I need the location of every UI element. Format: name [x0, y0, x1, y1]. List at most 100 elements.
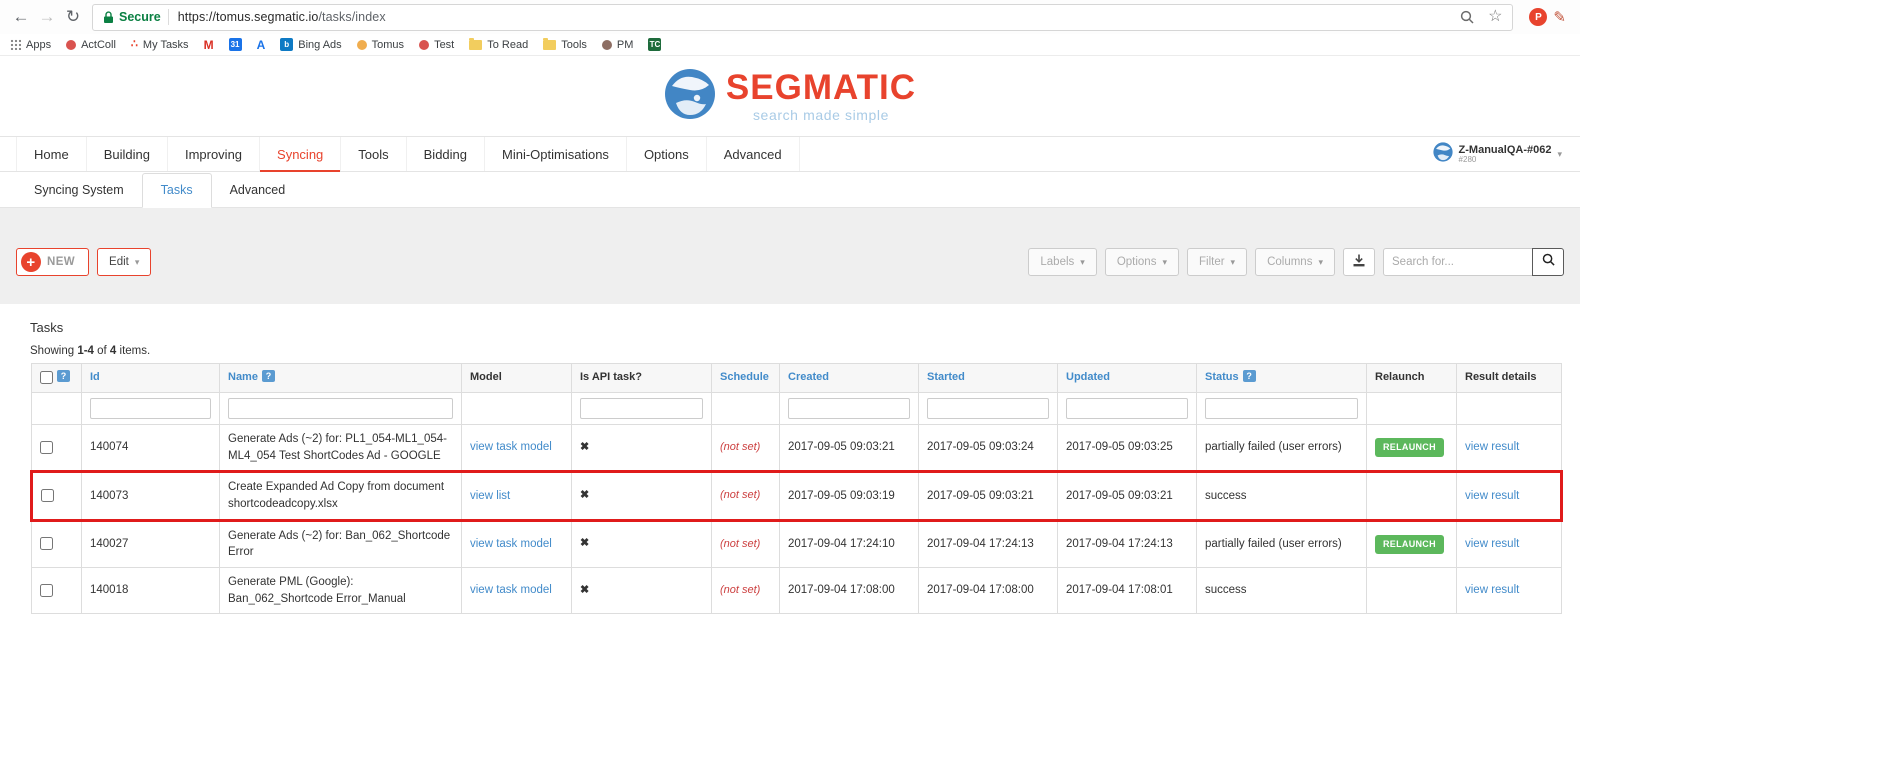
bookmark-item-test[interactable]: Test [419, 39, 454, 51]
cell-name: Generate PML (Google): Ban_062_Shortcode… [219, 566, 462, 615]
nav-item-mini-optimisations[interactable]: Mini-Optimisations [485, 137, 627, 171]
row-checkbox[interactable] [40, 440, 53, 454]
bookmark-item-tomus[interactable]: Tomus [356, 38, 405, 51]
cell-model: view task model [461, 423, 572, 473]
cell-schedule: (not set) [711, 423, 780, 473]
options-dropdown[interactable]: Options ▾ [1104, 248, 1179, 276]
toolbar-dropdowns: Labels ▾ Options ▾ Filter ▾ Columns ▾ [1028, 248, 1335, 276]
forward-button[interactable]: → [34, 4, 60, 30]
cell-result: view result [1456, 519, 1562, 568]
cell-model: view list [461, 470, 572, 522]
main-nav-items: Home Building Improving Syncing Tools Bidding… [16, 137, 800, 172]
search-button[interactable] [1532, 248, 1564, 276]
bookmark-item-apps[interactable]: Apps [10, 39, 51, 51]
nav-item-advanced[interactable]: Advanced [707, 137, 800, 171]
cell-relaunch [1366, 470, 1457, 522]
bookmark-item-tools[interactable]: Tools [543, 37, 587, 51]
folder-icon [469, 37, 483, 50]
filter-input-is_api[interactable] [580, 397, 703, 419]
labels-dropdown[interactable]: Labels ▾ [1028, 248, 1097, 276]
extension-p-icon[interactable]: P [1529, 8, 1548, 26]
chevron-down-icon: ▾ [134, 256, 140, 267]
bookmark-item-pm[interactable]: PM [601, 39, 633, 51]
sort-link-created[interactable]: Created [788, 371, 829, 383]
view-result-link[interactable]: view result [1465, 538, 1519, 550]
sort-link-name[interactable]: Name [228, 371, 258, 383]
user-avatar-icon [1432, 141, 1453, 167]
back-button[interactable]: ← [8, 4, 34, 30]
new-button[interactable]: + NEW [16, 248, 90, 276]
bookmark-item-my-tasks[interactable]: ∴ My Tasks [131, 39, 189, 51]
filter-input-id[interactable] [90, 397, 211, 419]
nav-item-home[interactable]: Home [16, 137, 87, 171]
filter-input-status[interactable] [1205, 397, 1358, 419]
relaunch-button[interactable]: RELAUNCH [1375, 534, 1444, 554]
help-icon[interactable]: ? [57, 370, 70, 382]
sort-link-updated[interactable]: Updated [1066, 371, 1110, 383]
relaunch-button[interactable]: RELAUNCH [1375, 438, 1444, 458]
user-menu[interactable]: Z-ManualQA-#062 #280 ▾ [1432, 137, 1580, 171]
model-link[interactable]: view task model [470, 538, 552, 550]
help-icon[interactable]: ? [261, 370, 275, 382]
bookmark-item[interactable]: TC [648, 38, 662, 51]
view-result-link[interactable]: view result [1465, 441, 1519, 453]
bookmark-item-actcoll[interactable]: ActColl [66, 39, 116, 51]
view-result-link[interactable]: view result [1465, 490, 1519, 502]
col-header-schedule: Schedule [711, 363, 780, 393]
bookmark-item-to-read[interactable]: To Read [469, 37, 528, 51]
filter-input-name[interactable] [228, 397, 453, 419]
row-checkbox[interactable] [41, 489, 54, 503]
bookmark-item[interactable]: 31 [228, 38, 242, 51]
bookmark-item[interactable]: A [257, 39, 266, 51]
nav-item-options[interactable]: Options [627, 137, 707, 171]
model-link[interactable]: view list [470, 490, 510, 502]
bookmark-icon: 31 [228, 38, 242, 51]
address-bar[interactable]: Secure https://tomus.segmatic.io/tasks/i… [92, 3, 1514, 31]
tab-tasks[interactable]: Tasks [141, 173, 212, 208]
col-header-name: Name? [219, 363, 462, 393]
model-link[interactable]: view task model [470, 584, 552, 596]
table-header-row: ? Id Name? Model Is API task? Schedule Created… [31, 363, 1562, 393]
reload-button[interactable]: ↻ [60, 4, 86, 30]
sort-link-started[interactable]: Started [927, 371, 965, 383]
sort-link-schedule[interactable]: Schedule [720, 371, 769, 383]
nav-item-improving[interactable]: Improving [168, 137, 261, 171]
nav-item-bidding[interactable]: Bidding [407, 137, 486, 171]
export-button[interactable] [1343, 248, 1375, 276]
columns-dropdown[interactable]: Columns ▾ [1255, 248, 1335, 276]
filter-input-started[interactable] [927, 397, 1049, 419]
zoom-icon[interactable] [1460, 10, 1474, 24]
model-link[interactable]: view task model [470, 441, 552, 453]
filter-input-created[interactable] [788, 397, 910, 419]
bookmark-label: Tomus [371, 38, 405, 51]
secure-label: Secure [119, 10, 161, 24]
tab-syncing-system[interactable]: Syncing System [16, 174, 142, 207]
extension-pencil-icon[interactable]: ✎ [1553, 8, 1566, 26]
col-label-relaunch: Relaunch [1375, 371, 1425, 383]
nav-item-building[interactable]: Building [87, 137, 168, 171]
segmatic-logo[interactable]: SEGMATIC search made simple [664, 68, 916, 125]
filter-input-updated[interactable] [1066, 397, 1188, 419]
edit-dropdown-button[interactable]: Edit ▾ [97, 248, 152, 276]
row-checkbox[interactable] [40, 583, 53, 597]
sort-link-id[interactable]: Id [90, 371, 100, 383]
bookmark-item-bing-ads[interactable]: b Bing Ads [280, 38, 342, 51]
bookmark-item[interactable]: M [204, 39, 214, 51]
browser-window: ← → ↻ Secure https://tomus.segmatic.io/t… [0, 0, 1580, 770]
cell-result: view result [1456, 423, 1562, 473]
row-checkbox[interactable] [40, 537, 53, 551]
cell-relaunch: RELAUNCH [1366, 423, 1457, 473]
bookmark-icon: A [256, 37, 266, 52]
select-all-checkbox[interactable] [40, 370, 53, 384]
cell-updated: 2017-09-04 17:08:01 [1057, 566, 1197, 615]
nav-item-tools[interactable]: Tools [341, 137, 407, 171]
nav-item-syncing[interactable]: Syncing [260, 137, 342, 172]
help-icon[interactable]: ? [1242, 370, 1256, 382]
view-result-link[interactable]: view result [1465, 584, 1519, 596]
bookmark-star-icon[interactable]: ☆ [1488, 9, 1502, 25]
sort-link-status[interactable]: Status [1205, 371, 1239, 383]
bookmark-icon [601, 39, 612, 50]
search-input[interactable] [1383, 248, 1533, 276]
filter-dropdown[interactable]: Filter ▾ [1186, 248, 1248, 276]
tab-advanced[interactable]: Advanced [212, 174, 304, 207]
